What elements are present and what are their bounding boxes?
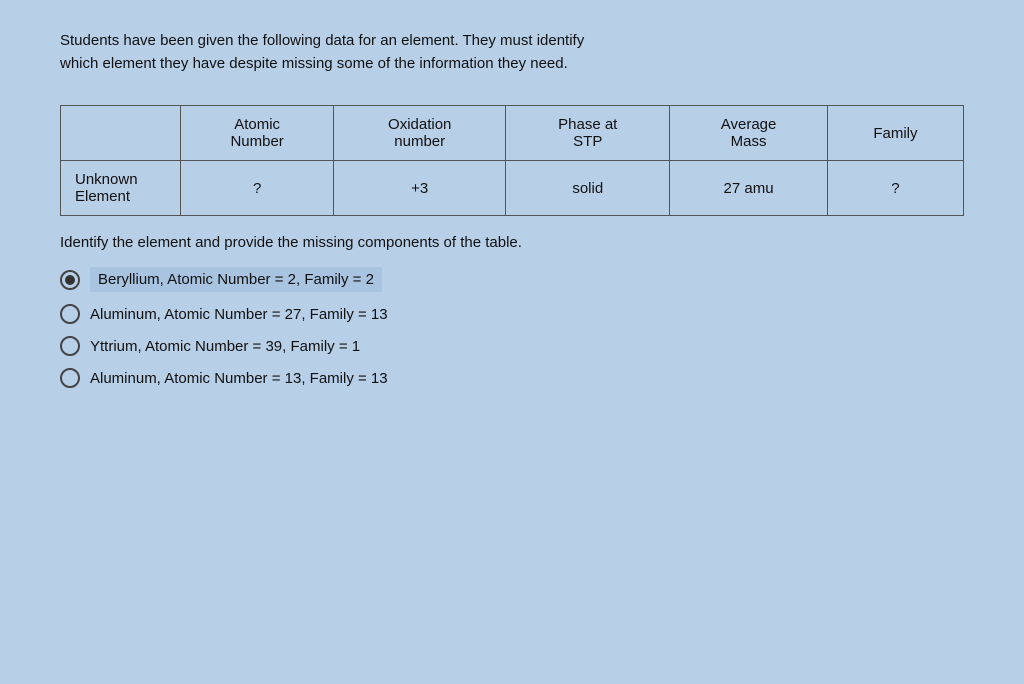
option-label-1: Beryllium, Atomic Number = 2, Family = 2	[90, 267, 382, 292]
cell-family: ?	[827, 161, 963, 216]
radio-inner-1	[65, 275, 75, 285]
cell-average-mass: 27 amu	[670, 161, 827, 216]
header-blank	[61, 106, 181, 161]
intro-text: Students have been given the following d…	[60, 30, 964, 75]
option-item-4[interactable]: Aluminum, Atomic Number = 13, Family = 1…	[60, 368, 964, 388]
header-oxidation-number: Oxidationnumber	[334, 106, 506, 161]
option-label-2: Aluminum, Atomic Number = 27, Family = 1…	[90, 306, 388, 323]
header-phase-stp: Phase atSTP	[506, 106, 670, 161]
option-label-3: Yttrium, Atomic Number = 39, Family = 1	[90, 338, 360, 355]
answer-options: Beryllium, Atomic Number = 2, Family = 2…	[60, 267, 964, 388]
option-item-3[interactable]: Yttrium, Atomic Number = 39, Family = 1	[60, 336, 964, 356]
table-header-row: AtomicNumber Oxidationnumber Phase atSTP…	[61, 106, 964, 161]
cell-element-label: UnknownElement	[61, 161, 181, 216]
radio-button-3[interactable]	[60, 336, 80, 356]
cell-oxidation-number: +3	[334, 161, 506, 216]
cell-phase: solid	[506, 161, 670, 216]
option-label-4: Aluminum, Atomic Number = 13, Family = 1…	[90, 370, 388, 387]
radio-button-1[interactable]	[60, 270, 80, 290]
option-item-2[interactable]: Aluminum, Atomic Number = 27, Family = 1…	[60, 304, 964, 324]
cell-atomic-number: ?	[181, 161, 334, 216]
table-row: UnknownElement ? +3 solid 27 amu ?	[61, 161, 964, 216]
radio-button-4[interactable]	[60, 368, 80, 388]
identify-prompt: Identify the element and provide the mis…	[60, 234, 964, 251]
radio-button-2[interactable]	[60, 304, 80, 324]
header-family: Family	[827, 106, 963, 161]
option-item-1[interactable]: Beryllium, Atomic Number = 2, Family = 2	[60, 267, 964, 292]
element-table: AtomicNumber Oxidationnumber Phase atSTP…	[60, 105, 964, 216]
header-average-mass: AverageMass	[670, 106, 827, 161]
data-table-wrapper: AtomicNumber Oxidationnumber Phase atSTP…	[60, 105, 964, 216]
header-atomic-number: AtomicNumber	[181, 106, 334, 161]
